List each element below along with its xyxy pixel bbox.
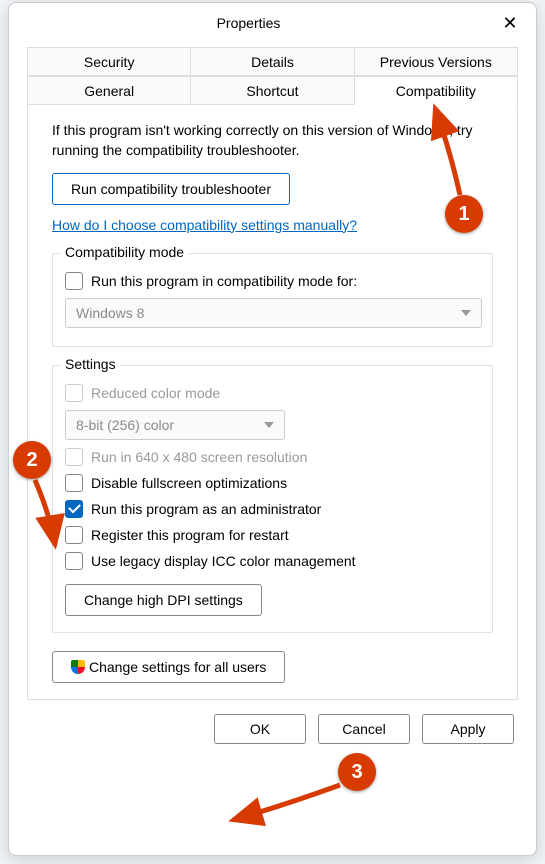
compatibility-mode-group: Compatibility mode Run this program in c…: [52, 253, 493, 347]
properties-dialog: Properties ✕ Security Details Previous V…: [8, 2, 537, 856]
window-title: Properties: [25, 15, 492, 31]
checkbox-icon: [65, 526, 83, 544]
apply-button[interactable]: Apply: [422, 714, 514, 744]
annotation-badge-3: 3: [338, 753, 376, 791]
color-depth-value: 8-bit (256) color: [76, 417, 174, 433]
compat-os-select[interactable]: Windows 8: [65, 298, 482, 328]
annotation-badge-1: 1: [445, 195, 483, 233]
chevron-down-icon: [264, 422, 274, 428]
shield-icon: [71, 660, 85, 674]
compat-mode-legend: Compatibility mode: [61, 244, 188, 260]
change-dpi-button[interactable]: Change high DPI settings: [65, 584, 262, 616]
compat-os-value: Windows 8: [76, 305, 144, 321]
tab-strip: Security Details Previous Versions Gener…: [27, 47, 518, 105]
change-all-users-button[interactable]: Change settings for all users: [52, 651, 285, 683]
help-link[interactable]: How do I choose compatibility settings m…: [52, 217, 357, 233]
titlebar: Properties ✕: [9, 3, 536, 43]
settings-group: Settings Reduced color mode 8-bit (256) …: [52, 365, 493, 633]
ok-button[interactable]: OK: [214, 714, 306, 744]
chevron-down-icon: [461, 310, 471, 316]
legacy-icc-checkbox[interactable]: Use legacy display ICC color management: [65, 552, 482, 570]
tab-details[interactable]: Details: [190, 47, 354, 76]
intro-text: If this program isn't working correctly …: [52, 120, 493, 161]
close-button[interactable]: ✕: [492, 5, 528, 41]
color-depth-select: 8-bit (256) color: [65, 410, 285, 440]
checkbox-icon: [65, 448, 83, 466]
checkbox-icon: [65, 272, 83, 290]
checkbox-icon: [65, 384, 83, 402]
dialog-buttons: OK Cancel Apply: [9, 700, 536, 760]
tab-previous-versions[interactable]: Previous Versions: [354, 47, 518, 76]
checkbox-icon: [65, 552, 83, 570]
compat-mode-label: Run this program in compatibility mode f…: [91, 273, 357, 289]
run-as-admin-checkbox[interactable]: Run this program as an administrator: [65, 500, 482, 518]
compat-mode-checkbox-row[interactable]: Run this program in compatibility mode f…: [65, 272, 482, 290]
low-res-checkbox: Run in 640 x 480 screen resolution: [65, 448, 482, 466]
tab-general[interactable]: General: [27, 76, 191, 105]
tab-compatibility[interactable]: Compatibility: [354, 76, 518, 105]
run-troubleshooter-button[interactable]: Run compatibility troubleshooter: [52, 173, 290, 205]
disable-fullscreen-checkbox[interactable]: Disable fullscreen optimizations: [65, 474, 482, 492]
close-icon: ✕: [502, 13, 517, 33]
checkbox-icon: [65, 474, 83, 492]
annotation-badge-2: 2: [13, 441, 51, 479]
register-restart-checkbox[interactable]: Register this program for restart: [65, 526, 482, 544]
tab-content: If this program isn't working correctly …: [27, 104, 518, 700]
tab-security[interactable]: Security: [27, 47, 191, 76]
cancel-button[interactable]: Cancel: [318, 714, 410, 744]
checkbox-checked-icon: [65, 500, 83, 518]
settings-legend: Settings: [61, 356, 120, 372]
tab-shortcut[interactable]: Shortcut: [190, 76, 354, 105]
reduced-color-checkbox: Reduced color mode: [65, 384, 482, 402]
